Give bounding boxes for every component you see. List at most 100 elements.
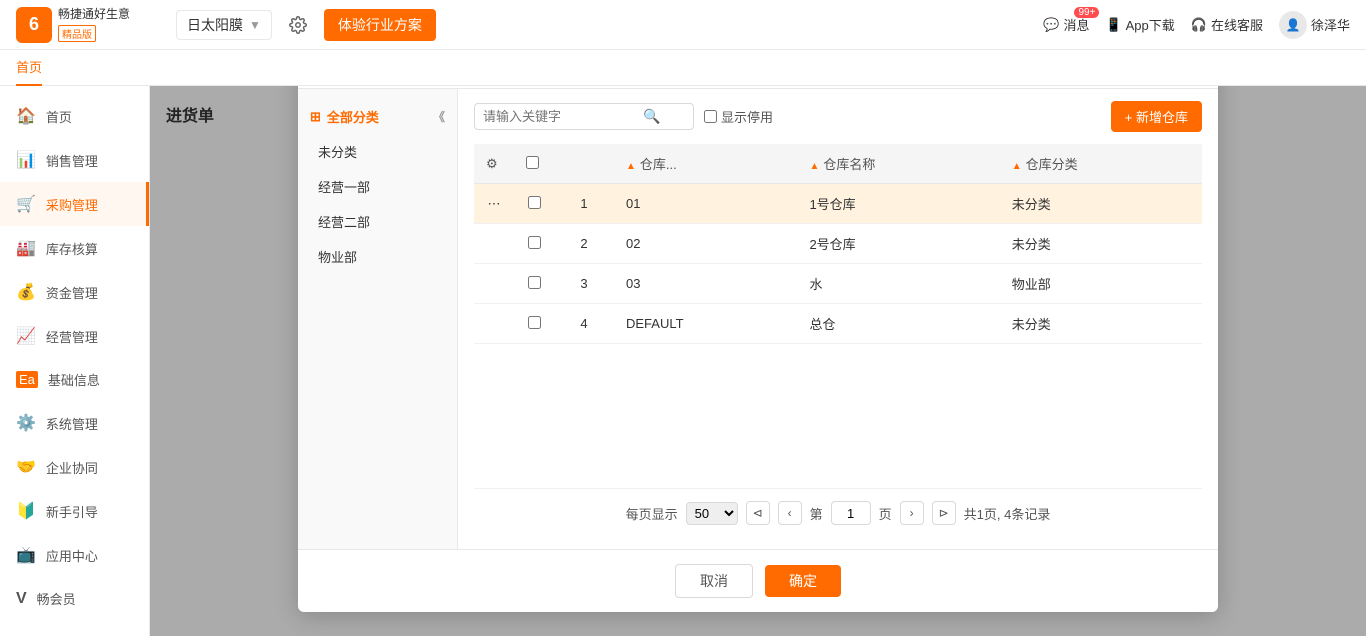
category-item-unclassified[interactable]: 未分类: [298, 134, 457, 169]
row-name-2: 2号仓库: [797, 224, 999, 264]
category-item-dept2[interactable]: 经营二部: [298, 204, 457, 239]
page-next-button[interactable]: ›: [900, 501, 924, 525]
sidebar-item-operations[interactable]: 📈 经营管理: [0, 314, 149, 358]
row-category-1: 未分类: [1000, 184, 1202, 224]
home-icon: 🏠: [16, 106, 36, 126]
branch-selector[interactable]: 日太阳膜 ▼: [176, 10, 272, 40]
search-input[interactable]: [483, 109, 643, 124]
row-num-3: 3: [554, 264, 614, 304]
sidebar-item-apps[interactable]: 📺 应用中心: [0, 533, 149, 577]
row-check-2[interactable]: [514, 224, 554, 264]
page-suffix: 页: [879, 504, 892, 523]
sidebar-label-finance: 资金管理: [46, 283, 98, 302]
sidebar: 🏠 首页 📊 销售管理 🛒 采购管理 🏭 库存核算 💰 资金管理 📈 经营管理 …: [0, 86, 150, 636]
sales-icon: 📊: [16, 150, 36, 170]
th-warehouse-name: ▲仓库名称: [797, 144, 999, 184]
app-download-item[interactable]: 📱 App下载: [1105, 15, 1174, 34]
page-first-button[interactable]: ⊲: [746, 501, 770, 525]
sidebar-item-basic-info[interactable]: Ea 基础信息: [0, 358, 149, 401]
table-row[interactable]: 4 DEFAULT 总仓 未分类: [474, 304, 1202, 344]
page-total-info: 共1页, 4条记录: [964, 504, 1051, 523]
row-settings-2[interactable]: [474, 224, 514, 264]
sidebar-item-vip[interactable]: V 畅会员: [0, 577, 149, 620]
sidebar-item-home[interactable]: 🏠 首页: [0, 94, 149, 138]
table-header: ⚙ ▲仓库... ▲仓库名称: [474, 144, 1202, 184]
th-warehouse-code: ▲仓库...: [614, 144, 797, 184]
search-icon[interactable]: 🔍: [643, 108, 660, 125]
sidebar-item-purchase[interactable]: 🛒 采购管理: [0, 182, 149, 226]
select-all-checkbox[interactable]: [526, 156, 539, 169]
table-row[interactable]: 3 03 水 物业部: [474, 264, 1202, 304]
add-warehouse-button[interactable]: + 新增仓库: [1111, 101, 1202, 132]
category-item-dept1[interactable]: 经营一部: [298, 169, 457, 204]
purchase-icon: 🛒: [16, 194, 36, 214]
per-page-select[interactable]: 50 100: [686, 502, 738, 525]
all-categories-label: 全部分类: [327, 107, 379, 126]
settings-button[interactable]: [282, 9, 314, 41]
system-icon: ⚙️: [16, 413, 36, 433]
message-icon: 💬: [1043, 17, 1059, 33]
page-prev-button[interactable]: ‹: [778, 501, 802, 525]
app-logo-icon: 6: [16, 7, 52, 43]
row-num-1: 1: [554, 184, 614, 224]
user-item[interactable]: 👤 徐泽华: [1279, 11, 1350, 39]
sidebar-item-sales[interactable]: 📊 销售管理: [0, 138, 149, 182]
app-download-label: App下载: [1126, 15, 1175, 34]
confirm-button[interactable]: 确定: [765, 565, 841, 597]
sort-icon-code: ▲: [626, 161, 636, 172]
username: 徐泽华: [1311, 15, 1350, 34]
all-categories-item[interactable]: ⊞ 全部分类 《: [298, 99, 457, 134]
th-warehouse-category: ▲仓库分类: [1000, 144, 1202, 184]
page-last-button[interactable]: ⊳: [932, 501, 956, 525]
cancel-button[interactable]: 取消: [675, 564, 753, 598]
row-settings-3[interactable]: [474, 264, 514, 304]
tab-home[interactable]: 首页: [16, 49, 42, 86]
row-settings-1[interactable]: ⋯: [474, 184, 514, 224]
trial-button[interactable]: 体验行业方案: [324, 9, 436, 41]
sidebar-item-guide[interactable]: 🔰 新手引导: [0, 489, 149, 533]
row-num-2: 2: [554, 224, 614, 264]
guide-icon: 🔰: [16, 501, 36, 521]
operations-icon: 📈: [16, 326, 36, 346]
main-layout: 🏠 首页 📊 销售管理 🛒 采购管理 🏭 库存核算 💰 资金管理 📈 经营管理 …: [0, 86, 1366, 636]
settings-icon[interactable]: ⚙: [486, 156, 498, 171]
branch-dropdown-arrow: ▼: [249, 18, 261, 32]
page-number-input[interactable]: [831, 501, 871, 525]
row-name-3: 水: [797, 264, 999, 304]
sidebar-item-enterprise[interactable]: 🤝 企业协同: [0, 445, 149, 489]
warehouse-modal: 仓库 ✕ ⊞ 全部分类 《 未分类 经营一部 经营二部 物业部: [298, 86, 1218, 612]
row-check-3[interactable]: [514, 264, 554, 304]
row-check-1[interactable]: [514, 184, 554, 224]
sidebar-label-apps: 应用中心: [46, 546, 98, 565]
row-code-2: 02: [614, 224, 797, 264]
row-name-1: 1号仓库: [797, 184, 999, 224]
show-disabled-checkbox[interactable]: [704, 110, 717, 123]
category-sidebar: ⊞ 全部分类 《 未分类 经营一部 经营二部 物业部: [298, 89, 458, 549]
category-item-property[interactable]: 物业部: [298, 239, 457, 274]
table-row[interactable]: ⋯ 1 01 1号仓库 未分类: [474, 184, 1202, 224]
header-right: 💬 消息 99+ 📱 App下载 🎧 在线客服 👤 徐泽华: [1043, 11, 1350, 39]
basic-info-icon: Ea: [16, 371, 38, 388]
sidebar-item-finance[interactable]: 💰 资金管理: [0, 270, 149, 314]
per-page-label: 每页显示: [626, 504, 678, 523]
sidebar-item-system[interactable]: ⚙️ 系统管理: [0, 401, 149, 445]
search-box: 🔍: [474, 103, 694, 130]
sidebar-label-operations: 经营管理: [46, 327, 98, 346]
sidebar-item-inventory[interactable]: 🏭 库存核算: [0, 226, 149, 270]
modal-main-content: 🔍 显示停用 + 新增仓库 ⚙: [458, 89, 1218, 549]
table-row[interactable]: 2 02 2号仓库 未分类: [474, 224, 1202, 264]
sidebar-label-sales: 销售管理: [46, 151, 98, 170]
show-disabled-label[interactable]: 显示停用: [704, 107, 773, 126]
sidebar-label-enterprise: 企业协同: [46, 458, 98, 477]
row-check-4[interactable]: [514, 304, 554, 344]
messages-badge: 99+: [1074, 7, 1099, 18]
sort-icon-name: ▲: [809, 161, 819, 172]
branch-name: 日太阳膜: [187, 15, 243, 35]
collapse-icon[interactable]: 《: [433, 108, 445, 125]
messages-item[interactable]: 💬 消息 99+: [1043, 15, 1089, 34]
row-settings-4[interactable]: [474, 304, 514, 344]
online-service-item[interactable]: 🎧 在线客服: [1191, 15, 1263, 34]
app-name: 畅捷通好生意: [58, 7, 130, 23]
user-avatar: 👤: [1279, 11, 1307, 39]
apps-icon: 📺: [16, 545, 36, 565]
